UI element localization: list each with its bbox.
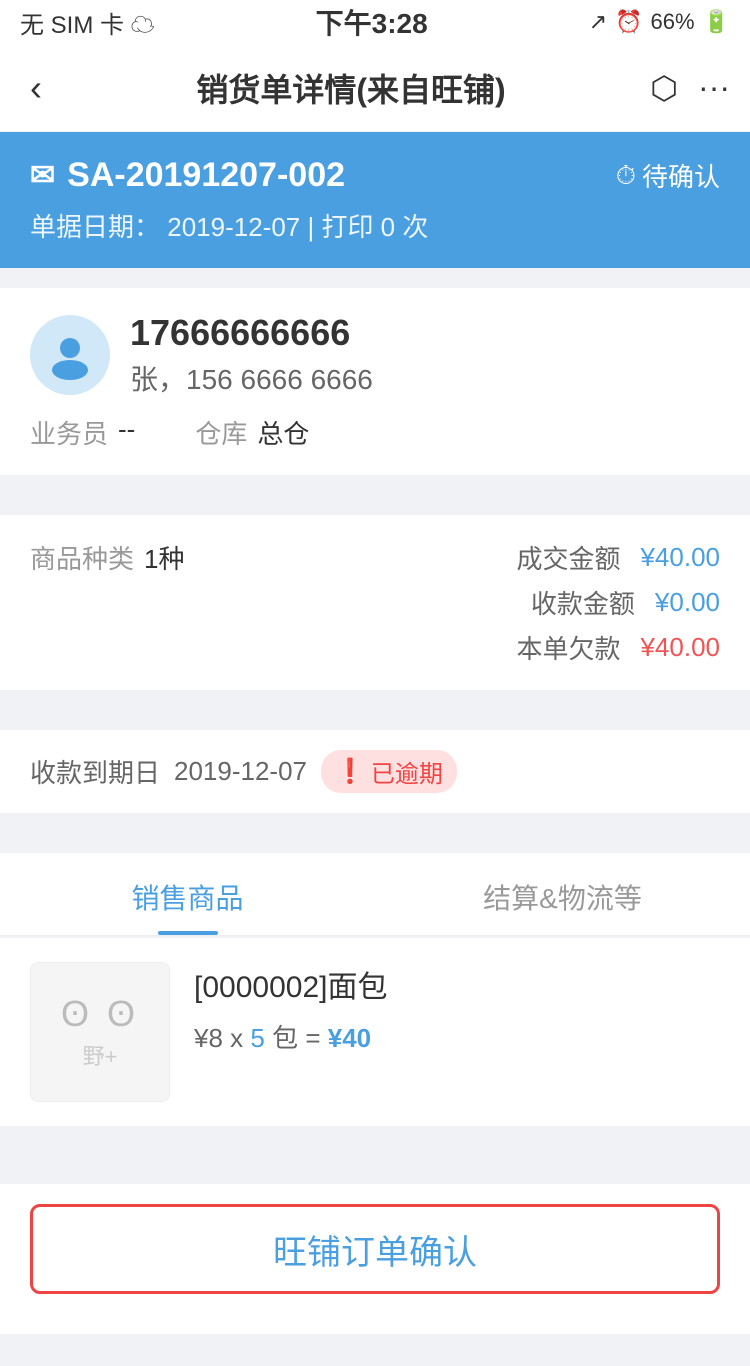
share-button[interactable]: ⬡ — [650, 69, 678, 107]
due-date-label: 收款到期日 — [30, 753, 160, 790]
warehouse-label: 仓库 — [195, 414, 247, 451]
order-number-text: SA-20191207-002 — [67, 156, 345, 195]
tabs-container: 销售商品 结算&物流等 — [0, 853, 750, 936]
location-icon: ↗ — [589, 9, 607, 35]
product-logo-text: 野+ — [83, 1039, 118, 1071]
salesperson-value: -- — [118, 414, 135, 451]
order-date: 单据日期： 2019-12-07 | 打印 0 次 — [30, 207, 720, 244]
customer-meta: 业务员 -- 仓库 总仓 — [30, 414, 720, 451]
status-clock-icon: ⏱ — [616, 160, 636, 192]
customer-name: 张，156 6666 6666 — [130, 358, 373, 398]
amount-label: 成交金额 — [516, 539, 620, 576]
more-button[interactable]: ··· — [698, 69, 730, 106]
page-title: 销货单详情(来自旺铺) — [52, 65, 650, 111]
status-time: 下午3:28 — [316, 2, 428, 42]
nav-bar: ‹ 销货单详情(来自旺铺) ⬡ ··· — [0, 44, 750, 132]
product-name: [0000002]面包 — [194, 962, 720, 1006]
battery-icon: 🔋 — [703, 9, 730, 35]
due-date-value: 2019-12-07 — [174, 756, 307, 787]
divider-1 — [0, 495, 750, 515]
divider-3 — [0, 813, 750, 833]
product-price: ¥8 x 5 包 = ¥40 — [194, 1018, 720, 1055]
tab-settlement[interactable]: 结算&物流等 — [375, 853, 750, 935]
received-label: 收款金额 — [531, 584, 635, 621]
product-total: ¥40 — [328, 1023, 371, 1053]
tabs: 销售商品 结算&物流等 — [0, 853, 750, 936]
product-item: ʘ ʘ 野+ [0000002]面包 ¥8 x 5 包 = ¥40 — [0, 938, 750, 1126]
nav-actions: ⬡ ··· — [650, 69, 730, 107]
due-date-card: 收款到期日 2019-12-07 ❗ 已逾期 — [0, 730, 750, 813]
status-bar: 无 SIM 卡 ☁ 下午3:28 ↗ ⏰ 66% 🔋 — [0, 0, 750, 44]
debt-value: ¥40.00 — [640, 632, 720, 663]
order-status: ⏱ 待确认 — [616, 157, 720, 194]
product-image: ʘ ʘ 野+ — [30, 962, 170, 1102]
order-header: ✉ SA-20191207-002 ⏱ 待确认 单据日期： 2019-12-07… — [0, 132, 750, 268]
order-icon: ✉ — [30, 158, 55, 193]
product-info: [0000002]面包 ¥8 x 5 包 = ¥40 — [194, 962, 720, 1055]
summary-card: 商品种类 1种 成交金额 ¥40.00 收款金额 ¥0.00 本单欠款 ¥40.… — [0, 515, 750, 690]
warehouse-value: 总仓 — [257, 414, 309, 451]
product-logo-eyes: ʘ ʘ — [61, 993, 139, 1035]
avatar — [30, 315, 110, 395]
customer-phone: 17666666666 — [130, 312, 373, 354]
product-qty: 5 — [250, 1023, 264, 1053]
back-button[interactable]: ‹ — [20, 57, 52, 119]
tab-products[interactable]: 销售商品 — [0, 853, 375, 935]
status-text: 待确认 — [642, 157, 720, 194]
bottom-bar: 旺铺订单确认 — [0, 1184, 750, 1334]
status-right: ↗ ⏰ 66% 🔋 — [589, 9, 730, 35]
battery-level: 66% — [651, 9, 695, 35]
order-number: ✉ SA-20191207-002 — [30, 156, 345, 195]
overdue-text: 已逾期 — [371, 754, 443, 789]
category-value: 1种 — [144, 539, 184, 576]
overdue-badge: ❗ 已逾期 — [321, 750, 457, 793]
received-value: ¥0.00 — [655, 587, 720, 618]
status-left: 无 SIM 卡 ☁ — [20, 5, 155, 40]
summary-amounts: 成交金额 ¥40.00 收款金额 ¥0.00 本单欠款 ¥40.00 — [516, 539, 720, 666]
sim-status: 无 SIM 卡 ☁ — [20, 5, 155, 40]
overdue-icon: ❗ — [335, 757, 365, 786]
confirm-button[interactable]: 旺铺订单确认 — [30, 1204, 720, 1294]
amount-value: ¥40.00 — [640, 542, 720, 573]
salesperson-label: 业务员 — [30, 414, 108, 451]
customer-card: 17666666666 张，156 6666 6666 业务员 -- 仓库 总仓 — [0, 288, 750, 475]
alarm-icon: ⏰ — [615, 9, 642, 35]
product-logo: ʘ ʘ 野+ — [61, 993, 139, 1071]
debt-label: 本单欠款 — [516, 629, 620, 666]
category-label: 商品种类 — [30, 539, 134, 576]
divider-2 — [0, 710, 750, 730]
